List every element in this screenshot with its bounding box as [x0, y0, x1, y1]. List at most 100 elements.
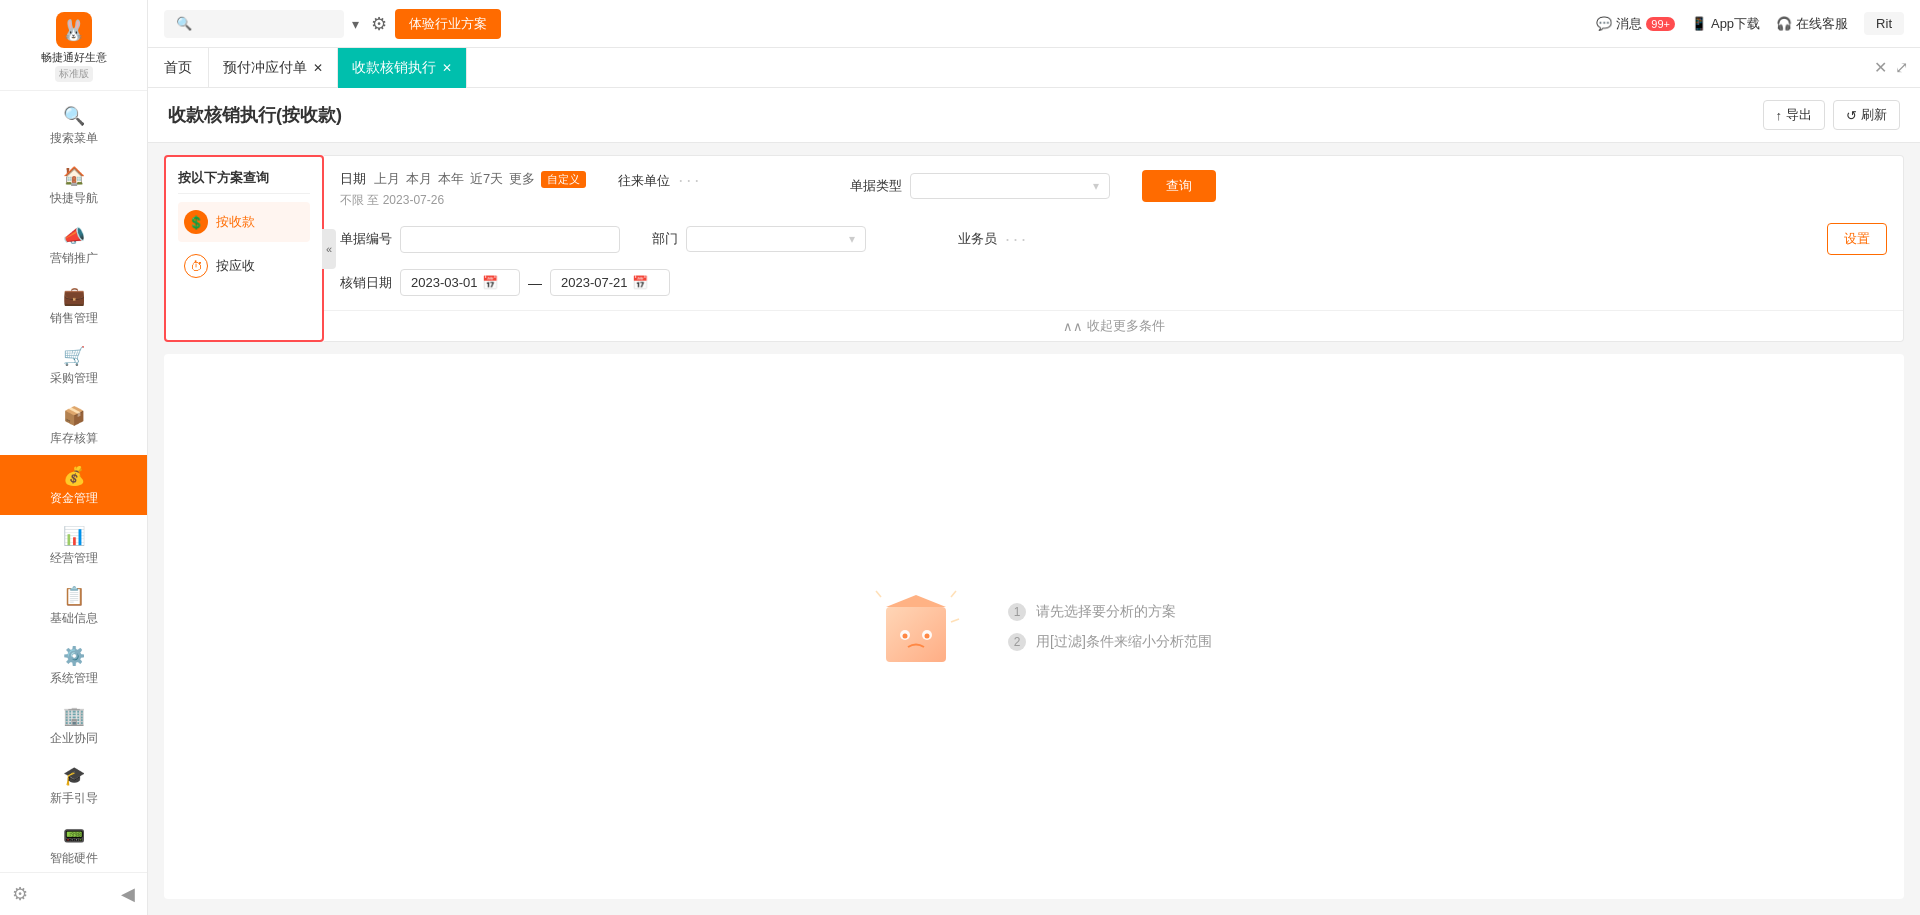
- svg-rect-0: [886, 607, 946, 662]
- date-label-row: 日期 上月 本月 本年 近7天 更多 自定义: [340, 170, 586, 188]
- sidebar-item-funds[interactable]: 💰 资金管理: [0, 455, 147, 515]
- page-content: 收款核销执行(按收款) ↑ 导出 ↺ 刷新 按以下方案查询 💲 按收款: [148, 88, 1920, 915]
- tab-expand-icon[interactable]: ⤢: [1895, 58, 1908, 77]
- date-custom-badge[interactable]: 自定义: [541, 171, 586, 188]
- page-actions: ↑ 导出 ↺ 刷新: [1763, 100, 1901, 130]
- staff-input[interactable]: ···: [1005, 229, 1065, 250]
- export-icon: ↑: [1776, 108, 1783, 123]
- date-shortcut-this-month[interactable]: 本月: [406, 170, 432, 188]
- message-icon: 💬: [1596, 16, 1612, 31]
- staff-field: 业务员 ···: [958, 229, 1065, 250]
- sidebar-item-inventory[interactable]: 📦 库存核算: [0, 395, 147, 455]
- query-type-by-receivable[interactable]: ⏱ 按应收: [178, 246, 310, 286]
- tab-close-all-icon[interactable]: ✕: [1874, 58, 1887, 77]
- date-shortcut-this-year[interactable]: 本年: [438, 170, 464, 188]
- header-right: 💬 消息 99+ 📱 App下载 🎧 在线客服 Rit: [1596, 12, 1904, 35]
- app-download-button[interactable]: 📱 App下载: [1691, 15, 1760, 33]
- step2-num: 2: [1008, 633, 1026, 651]
- date-field: 日期 上月 本月 本年 近7天 更多 自定义: [340, 170, 586, 209]
- header-dropdown-arrow[interactable]: ▾: [352, 16, 359, 32]
- username-display[interactable]: Rit: [1864, 12, 1904, 35]
- verify-date-end[interactable]: 2023-07-21 📅: [550, 269, 670, 296]
- basic-info-icon: 📋: [63, 585, 85, 607]
- calendar-start-icon: 📅: [482, 275, 498, 290]
- app-download-label: App下载: [1711, 15, 1760, 33]
- counterparty-input[interactable]: ···: [678, 170, 758, 191]
- settings-button[interactable]: 设置: [1827, 223, 1887, 255]
- service-icon: 🎧: [1776, 16, 1792, 31]
- department-select[interactable]: ▾: [686, 226, 866, 252]
- sidebar-item-sales[interactable]: 💼 销售管理: [0, 275, 147, 335]
- tab-prepay-close[interactable]: ✕: [313, 61, 323, 75]
- svg-point-4: [925, 633, 930, 638]
- department-arrow: ▾: [849, 232, 855, 246]
- sidebar-item-enterprise[interactable]: 🏢 企业协同: [0, 695, 147, 755]
- date-shortcut-more[interactable]: 更多: [509, 170, 535, 188]
- sidebar-item-system[interactable]: ⚙️ 系统管理: [0, 635, 147, 695]
- tab-receipt-verify[interactable]: 收款核销执行 ✕: [338, 48, 467, 88]
- top-header: 🔍 ▾ ⚙ 体验行业方案 💬 消息 99+ 📱 App下载 🎧 在线客服 Rit: [148, 0, 1920, 48]
- collapse-more-btn[interactable]: ∧∧ 收起更多条件: [324, 310, 1903, 341]
- tab-bar: 首页 预付冲应付单 ✕ 收款核销执行 ✕ ✕ ⤢: [148, 48, 1920, 88]
- verify-date-label: 核销日期: [340, 274, 392, 292]
- sidebar-item-quicknav[interactable]: 🏠 快捷导航: [0, 155, 147, 215]
- header-left: 🔍 ▾ ⚙ 体验行业方案: [164, 9, 501, 39]
- sidebar-item-marketing[interactable]: 📣 营销推广: [0, 215, 147, 275]
- logo-badge: 标准版: [55, 66, 93, 82]
- voucher-no-input[interactable]: [400, 226, 620, 253]
- calendar-end-icon: 📅: [632, 275, 648, 290]
- counterparty-label: 往来单位: [618, 172, 670, 190]
- collapse-sidebar-icon[interactable]: ◀: [121, 883, 135, 905]
- svg-line-6: [951, 591, 956, 597]
- query-type-receivable-label: 按应收: [216, 257, 255, 275]
- page-title-bar: 收款核销执行(按收款) ↑ 导出 ↺ 刷新: [148, 88, 1920, 143]
- receipt-icon: 💲: [184, 210, 208, 234]
- date-shortcuts: 上月 本月 本年 近7天 更多 自定义: [374, 170, 586, 188]
- online-service-label: 在线客服: [1796, 15, 1848, 33]
- message-button[interactable]: 💬 消息 99+: [1596, 15, 1675, 33]
- sidebar-item-operations[interactable]: 📊 经营管理: [0, 515, 147, 575]
- query-button[interactable]: 查询: [1142, 170, 1216, 202]
- refresh-button[interactable]: ↺ 刷新: [1833, 100, 1900, 130]
- online-service-button[interactable]: 🎧 在线客服: [1776, 15, 1848, 33]
- department-label: 部门: [652, 230, 678, 248]
- search-icon-header: 🔍: [176, 16, 192, 31]
- sidebar-item-purchase[interactable]: 🛒 采购管理: [0, 335, 147, 395]
- tab-prepay[interactable]: 预付冲应付单 ✕: [209, 48, 338, 88]
- filter-fields: 日期 上月 本月 本年 近7天 更多 自定义: [324, 156, 1903, 310]
- filter-row-3: 核销日期 2023-03-01 📅 — 2023-07-21 📅: [340, 269, 1887, 296]
- page-title: 收款核销执行(按收款): [168, 103, 342, 127]
- filter-row-1: 日期 上月 本月 本年 近7天 更多 自定义: [340, 170, 1887, 209]
- home-icon: 🏠: [63, 165, 85, 187]
- marketing-icon: 📣: [63, 225, 85, 247]
- voucher-type-select[interactable]: ▾: [910, 173, 1110, 199]
- sidebar-item-search[interactable]: 🔍 搜索菜单: [0, 95, 147, 155]
- department-field: 部门 ▾: [652, 226, 866, 252]
- voucher-type-field: 单据类型 ▾ 查询: [850, 170, 1216, 202]
- verify-date-start[interactable]: 2023-03-01 📅: [400, 269, 520, 296]
- query-type-by-receipt[interactable]: 💲 按收款: [178, 202, 310, 242]
- empty-illustration: [856, 567, 976, 687]
- tab-home[interactable]: 首页: [148, 48, 209, 88]
- sidebar-item-basic-info[interactable]: 📋 基础信息: [0, 575, 147, 635]
- export-button[interactable]: ↑ 导出: [1763, 100, 1826, 130]
- sidebar-item-guide[interactable]: 🎓 新手引导: [0, 755, 147, 815]
- collapse-chevron-icon: ∧∧: [1063, 319, 1083, 334]
- refresh-label: 刷新: [1861, 106, 1887, 124]
- settings-footer-icon[interactable]: ⚙: [12, 883, 28, 905]
- app-icon: 📱: [1691, 16, 1707, 31]
- date-shortcut-7days[interactable]: 近7天: [470, 170, 503, 188]
- solution-button[interactable]: 体验行业方案: [395, 9, 501, 39]
- hardware-icon: 📟: [63, 825, 85, 847]
- date-shortcut-last-month[interactable]: 上月: [374, 170, 400, 188]
- inventory-icon: 📦: [63, 405, 85, 427]
- sidebar-item-hardware[interactable]: 📟 智能硬件: [0, 815, 147, 872]
- header-settings-icon[interactable]: ⚙: [371, 13, 387, 35]
- voucher-no-field: 单据编号: [340, 226, 620, 253]
- collapse-more-label: 收起更多条件: [1087, 317, 1165, 335]
- panel-collapse-btn[interactable]: «: [322, 229, 336, 269]
- tab-receipt-close[interactable]: ✕: [442, 61, 452, 75]
- empty-step-1: 1 请先选择要分析的方案: [1008, 603, 1212, 621]
- purchase-icon: 🛒: [63, 345, 85, 367]
- sidebar-nav: 🔍 搜索菜单 🏠 快捷导航 📣 营销推广 💼 销售管理 🛒 采购管理 📦 库存核…: [0, 91, 147, 872]
